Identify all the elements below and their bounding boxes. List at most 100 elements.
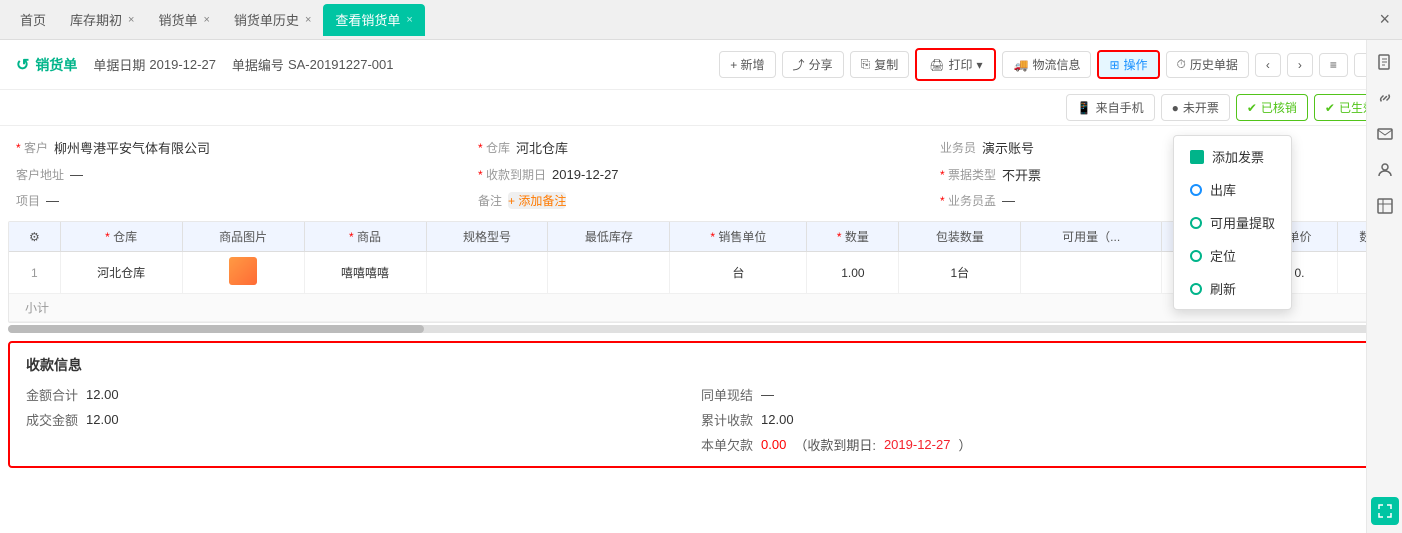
cell-spec: [426, 252, 548, 294]
menu-refresh[interactable]: 刷新: [1174, 272, 1291, 305]
payment-info-title: 收款信息: [26, 355, 1376, 375]
ticket-type-label: 票据类型: [940, 166, 996, 183]
doc-title-section: ↺ 销货单: [16, 55, 77, 75]
horizontal-scrollbar[interactable]: [8, 325, 1394, 333]
tab-view-sales[interactable]: 查看销货单 ×: [323, 4, 424, 36]
cell-package-qty: 1台: [899, 252, 1021, 294]
project-field: 项目 —: [16, 192, 462, 209]
window-close-button[interactable]: ×: [1379, 9, 1390, 30]
layout-list-button[interactable]: ≡: [1319, 53, 1348, 77]
mobile-source-button[interactable]: 📱 来自手机: [1066, 94, 1155, 121]
tab-sales-history[interactable]: 销货单历史 ×: [222, 4, 323, 36]
sales-staff-field: 业务员孟 —: [940, 192, 1386, 209]
product-thumbnail: [229, 257, 257, 285]
tab-inventory-init[interactable]: 库存期初 ×: [58, 4, 146, 36]
order-arrears-key: 本单欠款: [701, 435, 753, 454]
tab-view-sales-close[interactable]: ×: [406, 14, 412, 26]
note-label: 备注: [478, 192, 502, 209]
scrollbar-thumb[interactable]: [8, 325, 424, 333]
print-highlight-box: 🖨 打印 ▾: [915, 48, 996, 81]
sidebar-file-icon[interactable]: [1371, 48, 1399, 76]
history-icon: ⏱: [1177, 57, 1186, 72]
logistics-button[interactable]: 🚚 物流信息: [1002, 51, 1091, 78]
operations-dropdown: 添加发票 出库 可用量提取 定位 刷新: [1173, 135, 1292, 310]
copy-icon: ⎘: [861, 57, 871, 72]
new-button[interactable]: + 新增: [719, 51, 775, 78]
cumulative-receipt-key: 累计收款: [701, 410, 753, 429]
history-button[interactable]: ⏱ 历史单据: [1166, 51, 1249, 78]
copy-button[interactable]: ⎘ 复制: [850, 51, 910, 78]
doc-header: ↺ 销货单 单据日期 2019-12-27 单据编号 SA-20191227-0…: [0, 40, 1402, 90]
col-available: 可用量（...: [1021, 222, 1162, 252]
menu-add-invoice-label: 添加发票: [1212, 147, 1264, 166]
checked-off-button[interactable]: ✔ 已核销: [1236, 94, 1308, 121]
tab-sales-order-label: 销货单: [158, 10, 197, 29]
cell-unit: 台: [670, 252, 807, 294]
address-label: 客户地址: [16, 166, 64, 183]
payment-date-value: 2019-12-27: [552, 167, 619, 182]
add-note-button[interactable]: + 添加备注: [508, 192, 566, 209]
empty-row: [26, 435, 701, 454]
tab-sales-history-close[interactable]: ×: [305, 14, 311, 26]
doc-title-label: 销货单: [35, 55, 77, 75]
tab-inventory-init-label: 库存期初: [70, 10, 122, 29]
next-button[interactable]: ›: [1287, 53, 1313, 77]
not-invoiced-label: 未开票: [1183, 99, 1219, 116]
checked-off-label: 已核销: [1261, 99, 1297, 116]
col-quantity: 数量: [807, 222, 899, 252]
menu-locate-label: 定位: [1210, 246, 1236, 265]
tab-sales-order[interactable]: 销货单 ×: [146, 4, 221, 36]
payment-info-box: 收款信息 金额合计 12.00 同单现结 — 成交金额 12.00 累计收款 1…: [8, 341, 1394, 468]
print-button[interactable]: 🖨 打印 ▾: [919, 52, 992, 77]
sidebar-mail-icon[interactable]: [1371, 120, 1399, 148]
sidebar-person-icon[interactable]: [1371, 156, 1399, 184]
col-package-qty: 包装数量: [899, 222, 1021, 252]
menu-locate[interactable]: 定位: [1174, 239, 1291, 272]
right-sidebar: [1366, 40, 1402, 533]
project-label: 项目: [16, 192, 40, 209]
payment-date-label: 收款到期日: [478, 166, 546, 183]
col-image: 商品图片: [182, 222, 304, 252]
sidebar-link-icon[interactable]: [1371, 84, 1399, 112]
address-value: —: [70, 167, 83, 182]
mobile-icon: 📱: [1077, 101, 1092, 115]
not-invoiced-button[interactable]: ● 未开票: [1161, 94, 1230, 121]
menu-available-qty[interactable]: 可用量提取: [1174, 206, 1291, 239]
same-order-key: 同单现结: [701, 385, 753, 404]
col-spec: 规格型号: [426, 222, 548, 252]
cumulative-receipt-row: 累计收款 12.00: [701, 410, 1376, 429]
truck-icon: 🚚: [1013, 58, 1028, 72]
menu-add-invoice[interactable]: 添加发票: [1174, 140, 1291, 173]
refresh-icon: [1190, 283, 1202, 295]
col-product: 商品: [304, 222, 426, 252]
share-label: 分享: [809, 56, 833, 73]
warehouse-field: 仓库 河北仓库: [478, 138, 924, 157]
locate-icon: [1190, 250, 1202, 262]
customer-value: 柳州粤港平安气体有限公司: [54, 138, 210, 157]
doc-number-value: SA-20191227-001: [288, 57, 394, 72]
tab-sales-order-close[interactable]: ×: [203, 14, 209, 26]
cell-product: 嘻嘻嘻嘻: [304, 252, 426, 294]
tab-inventory-init-close[interactable]: ×: [128, 14, 134, 26]
col-settings[interactable]: ⚙: [9, 222, 60, 252]
order-arrears-paren: ）: [958, 435, 971, 454]
content-area: ↺ 销货单 单据日期 2019-12-27 单据编号 SA-20191227-0…: [0, 40, 1402, 533]
menu-outbound[interactable]: 出库: [1174, 173, 1291, 206]
operations-button[interactable]: ⊞ 操作: [1097, 50, 1159, 79]
ticket-type-field: 票据类型 不开票: [940, 165, 1386, 184]
menu-refresh-label: 刷新: [1210, 279, 1236, 298]
doc-meta: 单据日期 2019-12-27 单据编号 SA-20191227-001: [93, 55, 393, 74]
ticket-type-value: 不开票: [1002, 165, 1041, 184]
tab-home[interactable]: 首页: [8, 4, 58, 36]
prev-button[interactable]: ‹: [1255, 53, 1281, 77]
sidebar-table-icon[interactable]: [1371, 192, 1399, 220]
sub-toolbar: 📱 来自手机 ● 未开票 ✔ 已核销 ✔ 已生效: [0, 90, 1402, 126]
doc-date: 单据日期 2019-12-27: [93, 55, 216, 74]
share-button[interactable]: ⤴ 分享: [782, 51, 844, 78]
payment-info-grid: 金额合计 12.00 同单现结 — 成交金额 12.00 累计收款 12.00: [26, 385, 1376, 454]
staff-field: 业务员 演示账号: [940, 138, 1386, 157]
staff-value: 演示账号: [982, 138, 1034, 157]
col-unit: 销售单位: [670, 222, 807, 252]
sidebar-expand-icon[interactable]: [1371, 497, 1399, 525]
payment-date-field: 收款到期日 2019-12-27: [478, 165, 924, 184]
